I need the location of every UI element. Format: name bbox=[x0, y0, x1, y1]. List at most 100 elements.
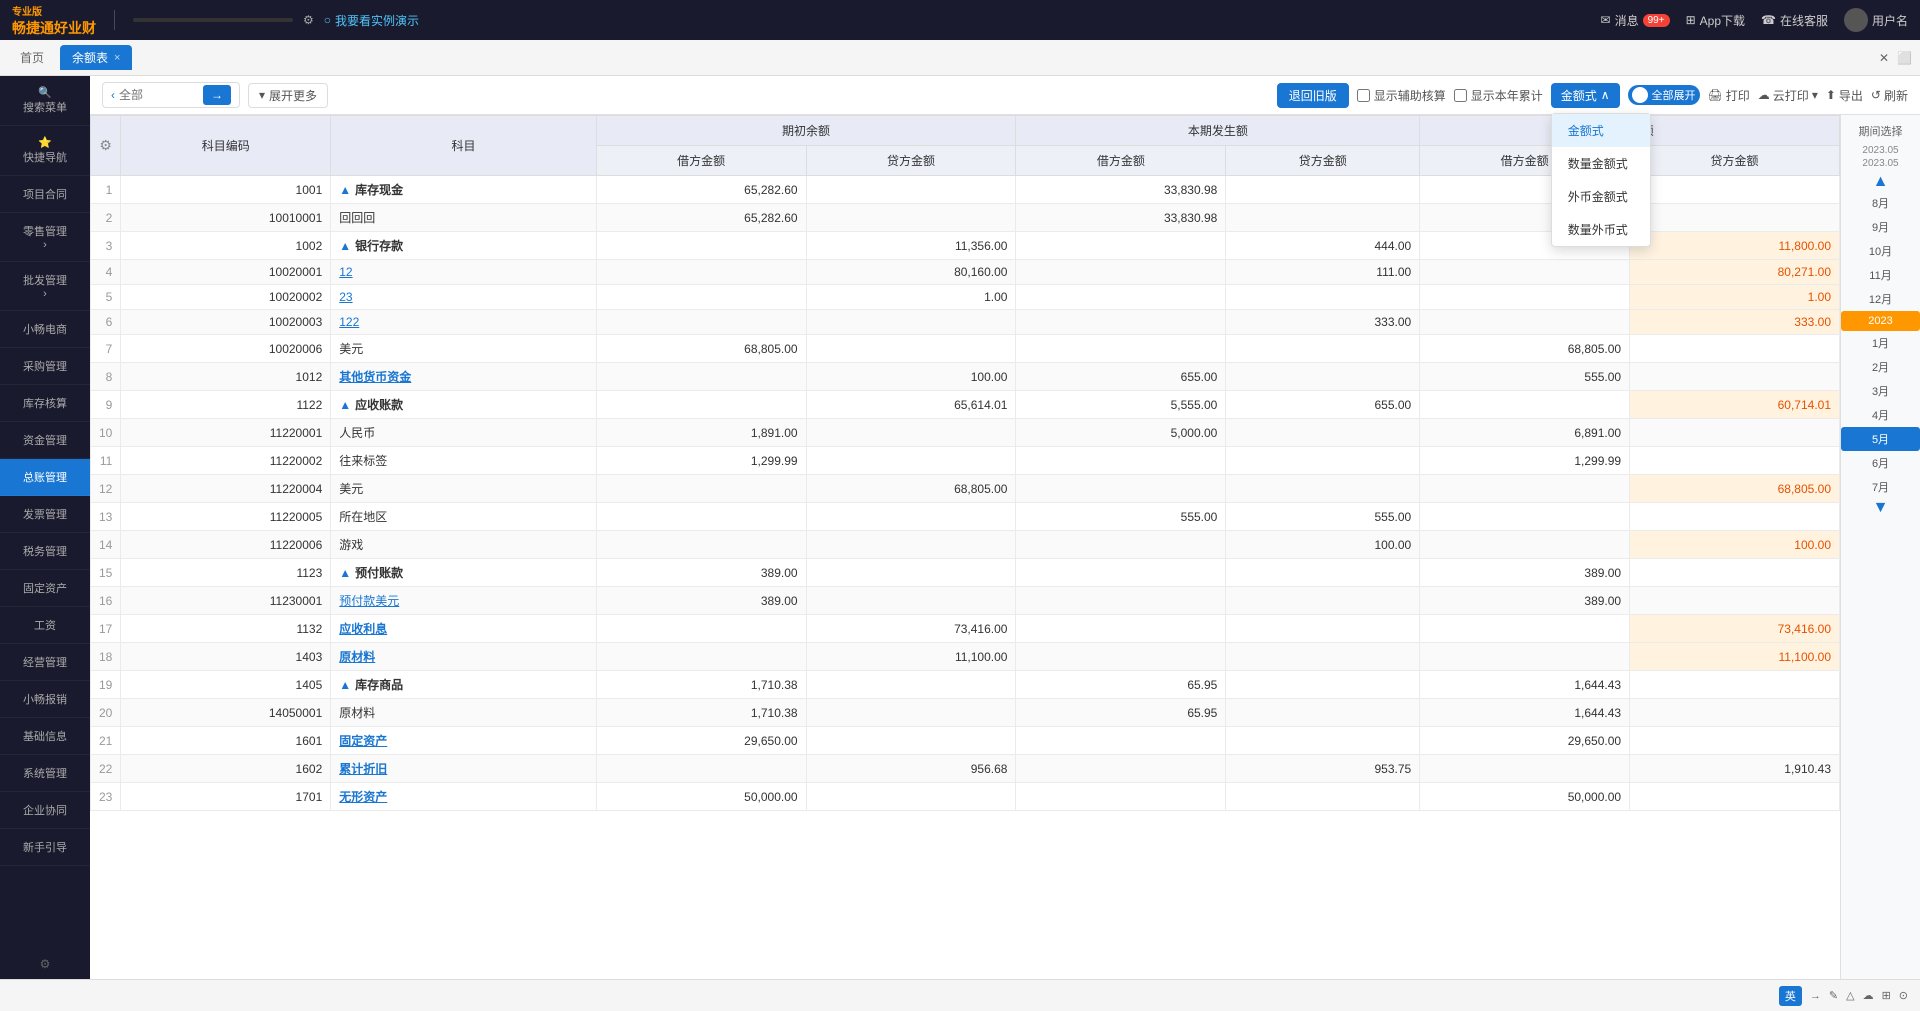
amount-cell bbox=[806, 727, 1016, 755]
sidebar-item-capital[interactable]: 资金管理 bbox=[0, 422, 90, 459]
period-4[interactable]: 4月 bbox=[1841, 403, 1920, 427]
style-foreign-amount-item[interactable]: 外币金额式 bbox=[1552, 180, 1650, 213]
export-btn[interactable]: ⬆ 导出 bbox=[1826, 87, 1863, 104]
period-6[interactable]: 6月 bbox=[1841, 451, 1920, 475]
sidebar-item-nav[interactable]: ⭐ 快捷导航 bbox=[0, 126, 90, 176]
tab-close-icon[interactable]: × bbox=[114, 52, 120, 64]
sidebar-item-cooperation[interactable]: 企业协同 bbox=[0, 792, 90, 829]
style-amount-item[interactable]: 金额式 bbox=[1552, 114, 1650, 147]
period-1[interactable]: 1月 bbox=[1841, 331, 1920, 355]
refresh-btn[interactable]: ↺ 刷新 bbox=[1871, 87, 1908, 104]
expand-all-toggle[interactable]: 全部展开 bbox=[1628, 85, 1700, 105]
message-btn[interactable]: ✉ 消息 99+ bbox=[1601, 12, 1670, 29]
style-qty-foreign-item[interactable]: 数量外币式 bbox=[1552, 213, 1650, 246]
app-download-btn[interactable]: ⊞ App下载 bbox=[1686, 12, 1745, 29]
sidebar-item-expense[interactable]: 小畅报销 bbox=[0, 681, 90, 718]
bottom-lang-btn[interactable]: 英 bbox=[1779, 986, 1802, 1006]
sidebar-item-inventory[interactable]: 库存核算 bbox=[0, 385, 90, 422]
bottom-upload-icon[interactable]: △ bbox=[1846, 989, 1854, 1002]
show-auxiliary-checkbox[interactable]: 显示辅助核算 bbox=[1357, 87, 1446, 104]
account-name-cell[interactable]: 应收利息 bbox=[331, 615, 596, 643]
sidebar-item-system[interactable]: 系统管理 bbox=[0, 755, 90, 792]
print-btn[interactable]: 🖨 打印 bbox=[1708, 87, 1750, 104]
auxiliary-check[interactable] bbox=[1357, 89, 1370, 102]
bottom-grid-icon[interactable]: ⊞ bbox=[1882, 989, 1891, 1002]
bottom-circle-icon[interactable]: ⊙ bbox=[1899, 989, 1908, 1002]
search-bar[interactable] bbox=[133, 18, 293, 22]
period-9[interactable]: 9月 bbox=[1841, 215, 1920, 239]
period-5[interactable]: 5月 bbox=[1841, 427, 1920, 451]
sidebar-item-invoice[interactable]: 发票管理 bbox=[0, 496, 90, 533]
sidebar-item-retail[interactable]: 零售管理 › bbox=[0, 213, 90, 262]
user-avatar[interactable]: 用户名 bbox=[1844, 8, 1908, 32]
period-7[interactable]: 7月 bbox=[1841, 475, 1920, 499]
ytd-check[interactable] bbox=[1454, 89, 1467, 102]
expand-icon[interactable]: ▲ bbox=[339, 183, 351, 197]
account-name-cell[interactable]: 固定资产 bbox=[331, 727, 596, 755]
account-name-cell[interactable]: 其他货币资金 bbox=[331, 363, 596, 391]
account-name-cell[interactable]: 23 bbox=[331, 285, 596, 310]
tab-home[interactable]: 首页 bbox=[8, 45, 56, 70]
account-name-cell[interactable]: 原材料 bbox=[331, 643, 596, 671]
period-11[interactable]: 11月 bbox=[1841, 263, 1920, 287]
search-area[interactable]: ‹ → bbox=[102, 82, 240, 108]
column-settings-icon[interactable]: ⚙ bbox=[99, 137, 112, 153]
sidebar-item-wholesale[interactable]: 批发管理 › bbox=[0, 262, 90, 311]
expand-icon[interactable]: ▲ bbox=[339, 239, 351, 253]
tab-balance[interactable]: 余额表 × bbox=[60, 45, 132, 70]
search-back-icon[interactable]: ‹ bbox=[111, 88, 115, 102]
amount-cell bbox=[596, 615, 806, 643]
settings-icon[interactable]: ⚙ bbox=[303, 13, 314, 27]
style-qty-amount-item[interactable]: 数量金额式 bbox=[1552, 147, 1650, 180]
message-icon: ✉ bbox=[1601, 13, 1611, 27]
sidebar-settings[interactable]: ⚙ bbox=[0, 949, 90, 979]
period-3[interactable]: 3月 bbox=[1841, 379, 1920, 403]
period-2023-label[interactable]: 2023 bbox=[1841, 311, 1920, 331]
sidebar-item-fixed-assets[interactable]: 固定资产 bbox=[0, 570, 90, 607]
sidebar-item-search[interactable]: 🔍 搜索菜单 bbox=[0, 76, 90, 126]
sidebar-item-ecommerce[interactable]: 小畅电商 bbox=[0, 311, 90, 348]
sidebar-item-guide[interactable]: 新手引导 bbox=[0, 829, 90, 866]
demo-link[interactable]: ○ 我要看实例演示 bbox=[324, 12, 419, 29]
search-forward-btn[interactable]: → bbox=[203, 85, 231, 105]
sidebar-item-ledger[interactable]: 总账管理 bbox=[0, 459, 90, 496]
account-code-cell: 1601 bbox=[121, 727, 331, 755]
show-ytd-checkbox[interactable]: 显示本年累计 bbox=[1454, 87, 1543, 104]
account-name-cell[interactable]: 无形资产 bbox=[331, 783, 596, 811]
bottom-cloud-icon[interactable]: ☁ bbox=[1863, 989, 1874, 1002]
period-down-nav[interactable]: ▼ bbox=[1873, 499, 1889, 517]
account-name-cell[interactable]: 122 bbox=[331, 310, 596, 335]
account-name-cell[interactable]: 预付款美元 bbox=[331, 587, 596, 615]
window-close-btn[interactable]: ✕ bbox=[1879, 51, 1889, 65]
sidebar-item-purchase[interactable]: 采购管理 bbox=[0, 348, 90, 385]
search-input[interactable] bbox=[119, 88, 199, 102]
cloud-print-btn[interactable]: ☁ 云打印 ▾ bbox=[1758, 87, 1818, 104]
sidebar-item-payroll[interactable]: 工资 bbox=[0, 607, 90, 644]
period-8[interactable]: 8月 bbox=[1841, 191, 1920, 215]
period-12[interactable]: 12月 bbox=[1841, 287, 1920, 311]
online-service-btn[interactable]: ☎ 在线客服 bbox=[1761, 12, 1828, 29]
amount-cell bbox=[1226, 559, 1420, 587]
expand-icon[interactable]: ▲ bbox=[339, 566, 351, 580]
message-badge: 99+ bbox=[1643, 14, 1670, 27]
sidebar-item-basic-info[interactable]: 基础信息 bbox=[0, 718, 90, 755]
table-row: 81012其他货币资金100.00655.00555.00 bbox=[91, 363, 1840, 391]
period-10[interactable]: 10月 bbox=[1841, 239, 1920, 263]
expand-more-btn[interactable]: ▾ 展开更多 bbox=[248, 83, 328, 108]
amount-style-btn[interactable]: 金额式 ∧ bbox=[1551, 83, 1620, 108]
row-num-cell: 14 bbox=[91, 531, 121, 559]
bottom-edit-icon[interactable]: ✎ bbox=[1829, 989, 1838, 1002]
account-name-cell[interactable]: 累计折旧 bbox=[331, 755, 596, 783]
window-expand-btn[interactable]: ⬜ bbox=[1897, 51, 1912, 65]
sidebar-item-operations[interactable]: 经营管理 bbox=[0, 644, 90, 681]
period-2[interactable]: 2月 bbox=[1841, 355, 1920, 379]
retro-version-btn[interactable]: 退回旧版 bbox=[1277, 83, 1349, 108]
col-settings[interactable]: ⚙ bbox=[91, 116, 121, 176]
period-up-nav[interactable]: ▲ bbox=[1873, 173, 1889, 191]
expand-icon[interactable]: ▲ bbox=[339, 398, 351, 412]
expand-icon[interactable]: ▲ bbox=[339, 678, 351, 692]
sidebar-item-tax[interactable]: 税务管理 bbox=[0, 533, 90, 570]
sidebar-item-project[interactable]: 项目合同 bbox=[0, 176, 90, 213]
account-name-cell[interactable]: 12 bbox=[331, 260, 596, 285]
amount-cell bbox=[806, 447, 1016, 475]
